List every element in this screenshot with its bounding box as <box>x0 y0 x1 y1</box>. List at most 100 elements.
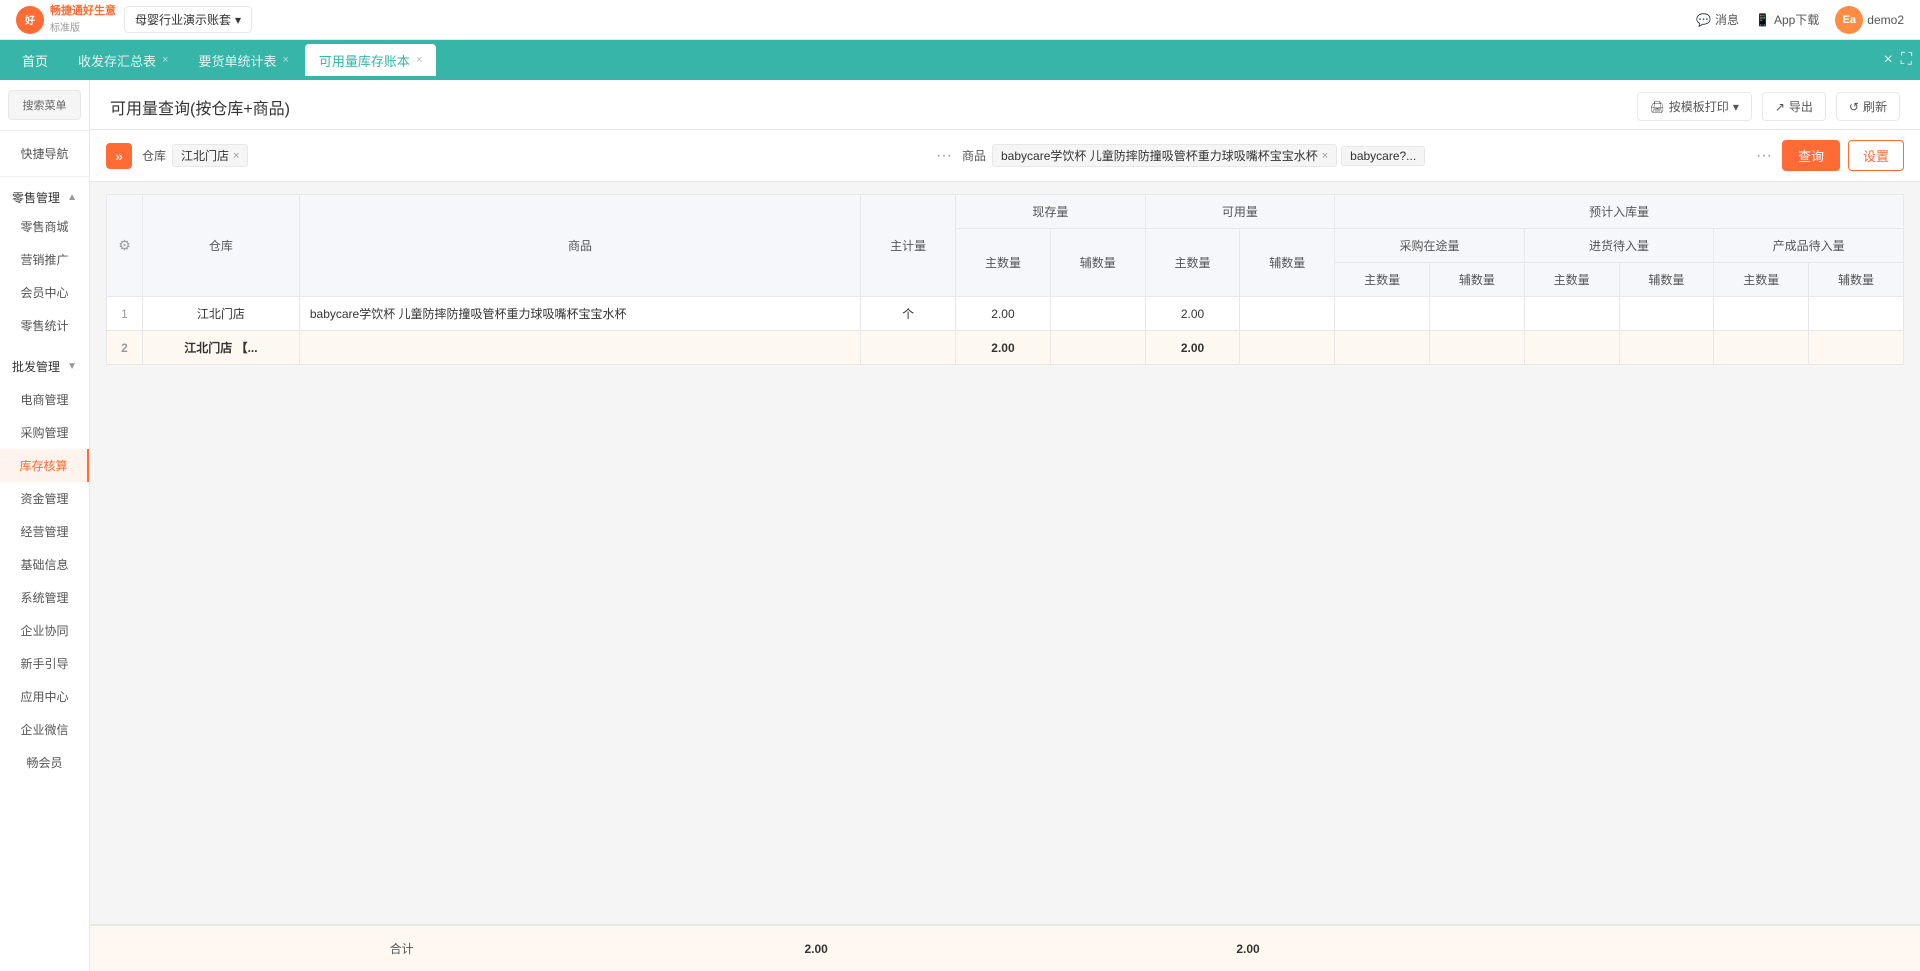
tab-stock[interactable]: 可用量库存账本 × <box>305 44 436 76</box>
filter-toggle-btn[interactable]: » <box>106 143 132 169</box>
tab-home[interactable]: 首页 <box>8 44 62 76</box>
row-avail-main: 2.00 <box>1145 331 1240 365</box>
row-warehouse: 江北门店 【... <box>143 331 300 365</box>
row-stock-main: 2.00 <box>956 331 1051 365</box>
sidebar-section-retail: 零售管理 ▲ 零售商城 营销推广 会员中心 零售统计 <box>0 177 89 346</box>
th-purchase-transit-group: 采购在途量 <box>1335 229 1525 263</box>
username: demo2 <box>1867 13 1904 27</box>
nav-close-btn[interactable]: × <box>1883 51 1892 69</box>
stock-tab-label: 可用量库存账本 <box>319 51 410 70</box>
th-incoming-group: 进货待入量 <box>1524 229 1714 263</box>
table-container[interactable]: ⚙ 仓库 商品 主计量 现存量 可用量 预计入库量 主数量 辅数量 主数量 辅数… <box>90 182 1920 924</box>
footer-stock-main: 2.00 <box>640 934 992 963</box>
sidebar-item-guide[interactable]: 新手引导 <box>0 647 89 680</box>
sidebar-item-inventory[interactable]: 库存核算 <box>0 449 89 482</box>
warehouse-tag-jiangbei[interactable]: 江北门店 × <box>172 144 248 167</box>
template-print-btn[interactable]: 🖨 按模板打印 ▾ <box>1637 92 1752 121</box>
th-current-stock-group: 现存量 <box>956 195 1146 229</box>
product-filter-group: 商品 babycare学饮杯 儿童防摔防撞吸管杯重力球吸嘴杯宝宝水杯 × bab… <box>962 144 1772 167</box>
sidebar-item-basic[interactable]: 基础信息 <box>0 548 89 581</box>
warehouse-filter-label: 仓库 <box>142 147 166 164</box>
sidebar-section-wholesale-title[interactable]: 批发管理 ▼ <box>0 350 89 379</box>
th-stock-main: 主数量 <box>956 229 1051 297</box>
top-bar-right: 💬 消息 📱 App下载 Ea demo2 <box>1696 6 1904 34</box>
product-filter-label: 商品 <box>962 147 986 164</box>
logo-sub: 标准版 <box>50 19 116 34</box>
app-download-btn[interactable]: 📱 App下载 <box>1755 11 1819 28</box>
query-button[interactable]: 查询 <box>1782 140 1840 171</box>
income-tab-close[interactable]: × <box>162 54 168 66</box>
sidebar-section-wholesale: 批发管理 ▼ <box>0 346 89 383</box>
top-bar-left: 好 畅捷通好生意 标准版 母婴行业演示账套 ▾ <box>16 5 252 33</box>
sidebar-section-retail-title[interactable]: 零售管理 ▲ <box>0 181 89 210</box>
product-tag-2[interactable]: babycare?... <box>1341 146 1425 166</box>
warehouse-tags: 江北门店 × <box>172 144 930 167</box>
sidebar-item-wechat[interactable]: 企业微信 <box>0 713 89 746</box>
row-stock-aux <box>1050 297 1145 331</box>
stock-tab-close[interactable]: × <box>416 54 422 66</box>
filter-actions: 查询 设置 <box>1782 140 1904 171</box>
column-settings-icon[interactable]: ⚙ <box>118 237 131 253</box>
sidebar-item-system[interactable]: 系统管理 <box>0 581 89 614</box>
row-stock-main: 2.00 <box>956 297 1051 331</box>
row-incoming-aux <box>1619 297 1714 331</box>
template-print-label: 按模板打印 <box>1669 98 1729 115</box>
order-tab-close[interactable]: × <box>282 54 288 66</box>
row-production-aux <box>1809 331 1904 365</box>
product-more-btn[interactable]: ··· <box>1756 147 1772 165</box>
sidebar: 搜索菜单 快捷导航 零售管理 ▲ 零售商城 营销推广 会员中心 零售统计 批发管… <box>0 80 90 971</box>
print-icon: 🖨 <box>1650 100 1665 114</box>
logo-area: 好 畅捷通好生意 标准版 <box>16 5 116 33</box>
row-stock-aux <box>1050 331 1145 365</box>
row-avail-main: 2.00 <box>1145 297 1240 331</box>
tab-order[interactable]: 要货单统计表 × <box>184 44 302 76</box>
message-label: 消息 <box>1715 11 1739 28</box>
sidebar-item-marketing[interactable]: 营销推广 <box>0 243 89 276</box>
message-btn[interactable]: 💬 消息 <box>1696 11 1739 28</box>
dropdown-icon: ▾ <box>1733 100 1739 114</box>
product-tag-2-label: babycare?... <box>1350 149 1416 163</box>
table-row: 1 江北门店 babycare学饮杯 儿童防摔防撞吸管杯重力球吸嘴杯宝宝水杯 个… <box>107 297 1904 331</box>
sidebar-item-enterprise[interactable]: 企业协同 <box>0 614 89 647</box>
product-tag-1[interactable]: babycare学饮杯 儿童防摔防撞吸管杯重力球吸嘴杯宝宝水杯 × <box>992 144 1337 167</box>
sidebar-item-retail-mall[interactable]: 零售商城 <box>0 210 89 243</box>
product-tag-1-close[interactable]: × <box>1322 150 1328 162</box>
refresh-btn[interactable]: ↺ 刷新 <box>1836 92 1900 121</box>
message-icon: 💬 <box>1696 13 1711 27</box>
settings-button[interactable]: 设置 <box>1848 140 1904 171</box>
search-menu-btn[interactable]: 搜索菜单 <box>8 90 81 120</box>
th-purchase-main: 主数量 <box>1335 263 1430 297</box>
sidebar-item-changhui[interactable]: 畅会员 <box>0 746 89 779</box>
export-icon: ↗ <box>1775 100 1785 114</box>
avatar: Ea <box>1835 6 1863 34</box>
sidebar-item-operations[interactable]: 经营管理 <box>0 515 89 548</box>
warehouse-tag-close[interactable]: × <box>233 150 239 162</box>
product-tag-1-label: babycare学饮杯 儿童防摔防撞吸管杯重力球吸嘴杯宝宝水杯 <box>1001 147 1318 164</box>
sidebar-item-retail-stats[interactable]: 零售统计 <box>0 309 89 342</box>
nav-expand-btn[interactable]: ⛶ <box>1901 51 1912 69</box>
user-profile[interactable]: Ea demo2 <box>1835 6 1904 34</box>
sidebar-item-quick-nav[interactable]: 快捷导航 <box>0 137 89 170</box>
page-actions: 🖨 按模板打印 ▾ ↗ 导出 ↺ 刷新 <box>1637 92 1900 121</box>
th-production-main: 主数量 <box>1714 263 1809 297</box>
sidebar-item-purchase[interactable]: 采购管理 <box>0 416 89 449</box>
tab-income[interactable]: 收发存汇总表 × <box>64 44 182 76</box>
export-btn[interactable]: ↗ 导出 <box>1762 92 1826 121</box>
row-avail-aux <box>1240 297 1335 331</box>
row-product: babycare学饮杯 儿童防摔防撞吸管杯重力球吸嘴杯宝宝水杯 <box>299 297 860 331</box>
warehouse-more-btn[interactable]: ··· <box>936 147 952 165</box>
industry-selector[interactable]: 母婴行业演示账套 ▾ <box>124 6 252 33</box>
table-header-row-1: ⚙ 仓库 商品 主计量 现存量 可用量 预计入库量 <box>107 195 1904 229</box>
sidebar-item-member[interactable]: 会员中心 <box>0 276 89 309</box>
page-title: 可用量查询(按仓库+商品) <box>110 95 290 119</box>
th-unit: 主计量 <box>861 195 956 297</box>
sidebar-item-finance[interactable]: 资金管理 <box>0 482 89 515</box>
logo-icon: 好 <box>16 6 44 34</box>
footer-summary-table: 合计 2.00 2.00 <box>106 934 1904 963</box>
row-avail-aux <box>1240 331 1335 365</box>
sidebar-item-ecommerce[interactable]: 电商管理 <box>0 383 89 416</box>
logo-info: 畅捷通好生意 标准版 <box>50 5 116 33</box>
row-incoming-main <box>1524 331 1619 365</box>
sidebar-item-apps[interactable]: 应用中心 <box>0 680 89 713</box>
top-bar: 好 畅捷通好生意 标准版 母婴行业演示账套 ▾ 💬 消息 📱 App下载 Ea … <box>0 0 1920 40</box>
